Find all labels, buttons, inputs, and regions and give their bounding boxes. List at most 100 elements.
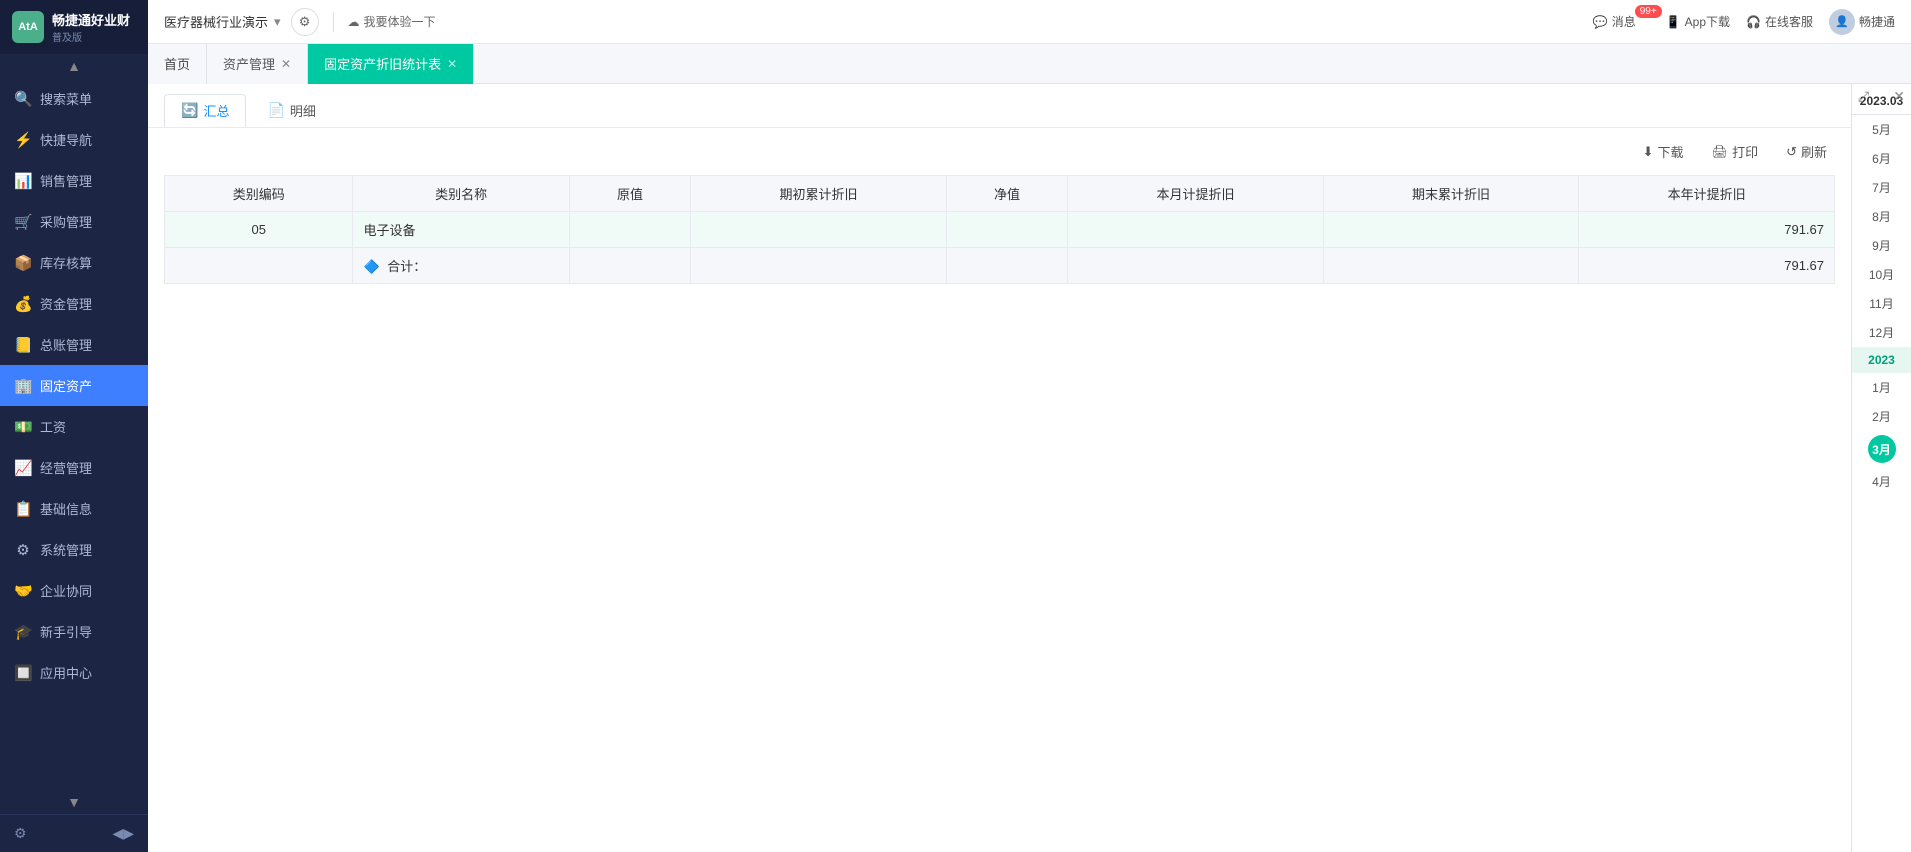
sidebar-item-payroll[interactable]: 💵 工资 <box>0 406 148 447</box>
company-selector[interactable]: 医疗器械行业演示 ▾ <box>164 12 281 31</box>
sidebar-item-fixed-assets[interactable]: 🏢 固定资产 <box>0 365 148 406</box>
col-name: 类别名称 <box>353 176 569 212</box>
download-button[interactable]: ⬇ 下载 <box>1635 138 1692 165</box>
app-download-label: App下载 <box>1685 13 1730 30</box>
month-item-10[interactable]: 10月 <box>1852 260 1911 289</box>
collapse-icon[interactable]: ◀▶ <box>112 825 134 842</box>
right-panel-close-button[interactable]: ✕ <box>1893 88 1905 105</box>
sidebar-item-label: 固定资产 <box>40 376 92 395</box>
col-code: 类别编码 <box>165 176 353 212</box>
content-area: 🔄 汇总 📄 明细 ⬇ 下载 🖨 打印 ↺ <box>148 84 1911 852</box>
tab-asset-mgmt[interactable]: 资产管理 ✕ <box>207 44 308 84</box>
table-container: 类别编码 类别名称 原值 期初累计折旧 净值 本月计提折旧 期末累计折旧 本年计… <box>148 175 1851 852</box>
user-button[interactable]: 👤 畅捷通 <box>1829 9 1895 35</box>
cloud-icon: ☁ <box>348 15 360 29</box>
enterprise-icon: 🤝 <box>14 582 32 600</box>
refresh-button[interactable]: ↺ 刷新 <box>1778 138 1835 165</box>
tab-home[interactable]: 首页 <box>148 44 207 84</box>
sidebar-item-operations[interactable]: 📈 经营管理 <box>0 447 148 488</box>
print-icon: 🖨 <box>1712 144 1729 160</box>
print-button[interactable]: 🖨 打印 <box>1704 138 1767 165</box>
app-download-button[interactable]: 📱 App下载 <box>1666 13 1730 30</box>
username-label: 畅捷通 <box>1859 13 1895 30</box>
sidebar-item-ledger[interactable]: 📒 总账管理 <box>0 324 148 365</box>
app-center-icon: 🔲 <box>14 664 32 682</box>
sidebar-item-inventory[interactable]: 📦 库存核算 <box>0 242 148 283</box>
sub-tab-summary[interactable]: 🔄 汇总 <box>164 94 246 127</box>
sidebar-item-enterprise[interactable]: 🤝 企业协同 <box>0 570 148 611</box>
month-item-2023-3[interactable]: 3月 <box>1868 435 1896 463</box>
sales-icon: 📊 <box>14 172 32 190</box>
sidebar-item-quick-nav[interactable]: ⚡ 快捷导航 <box>0 119 148 160</box>
sidebar-footer: ⚙ ◀▶ <box>0 814 148 852</box>
sidebar-item-label: 库存核算 <box>40 253 92 272</box>
detail-icon: 📄 <box>267 102 284 119</box>
month-item-8[interactable]: 8月 <box>1852 202 1911 231</box>
month-item-11[interactable]: 11月 <box>1852 289 1911 318</box>
month-item-9[interactable]: 9月 <box>1852 231 1911 260</box>
user-icon: 👤 <box>1835 15 1849 28</box>
cell-net-value <box>946 212 1067 248</box>
summary-icon: 🔄 <box>181 102 198 119</box>
col-net-value: 净值 <box>946 176 1067 212</box>
sidebar-item-sales[interactable]: 📊 销售管理 <box>0 160 148 201</box>
sidebar-scroll-up[interactable]: ▲ <box>0 54 148 78</box>
col-original-value: 原值 <box>569 176 690 212</box>
sidebar: AtA 畅捷通好业财 普及版 ▲ 🔍 搜索菜单 ⚡ 快捷导航 📊 销售管理 🛒 … <box>0 0 148 852</box>
close-tab-asset-mgmt[interactable]: ✕ <box>281 57 291 71</box>
cell-total-ending <box>1323 248 1579 284</box>
download-icon: ⬇ <box>1643 144 1654 160</box>
sidebar-nav: ⚡ 快捷导航 📊 销售管理 🛒 采购管理 📦 库存核算 💰 资金管理 📒 总账管… <box>0 119 148 790</box>
sidebar-item-basic-info[interactable]: 📋 基础信息 <box>0 488 148 529</box>
mobile-icon: 📱 <box>1666 15 1681 29</box>
close-tab-depreciation[interactable]: ✕ <box>447 57 457 71</box>
topbar-divider <box>333 12 334 32</box>
settings-footer-icon[interactable]: ⚙ <box>14 825 27 842</box>
month-item-6[interactable]: 6月 <box>1852 144 1911 173</box>
cell-annual-dep: 791.67 <box>1579 212 1835 248</box>
system-icon: ⚙ <box>14 541 32 559</box>
sidebar-header: AtA 畅捷通好业财 普及版 <box>0 0 148 54</box>
year-label-2023: 2023 <box>1852 347 1911 373</box>
month-item-2023-4[interactable]: 4月 <box>1852 467 1911 496</box>
month-item-2023-1[interactable]: 1月 <box>1852 373 1911 402</box>
messages-button[interactable]: 💬 消息 99+ <box>1593 13 1650 30</box>
sidebar-item-label: 企业协同 <box>40 581 92 600</box>
sidebar-item-label: 快捷导航 <box>40 130 92 149</box>
sidebar-item-system[interactable]: ⚙ 系统管理 <box>0 529 148 570</box>
sub-tab-detail[interactable]: 📄 明细 <box>250 94 332 127</box>
sidebar-item-app-center[interactable]: 🔲 应用中心 <box>0 652 148 693</box>
online-service-button[interactable]: 🎧 在线客服 <box>1746 13 1813 30</box>
right-panel-expand-button[interactable]: ⤢ <box>1858 88 1869 105</box>
purchase-icon: 🛒 <box>14 213 32 231</box>
search-menu[interactable]: 🔍 搜索菜单 <box>0 78 148 119</box>
sidebar-item-fund[interactable]: 💰 资金管理 <box>0 283 148 324</box>
guide-icon: 🎓 <box>14 623 32 641</box>
inventory-icon: 📦 <box>14 254 32 272</box>
cell-total-empty <box>165 248 353 284</box>
month-item-12[interactable]: 12月 <box>1852 318 1911 347</box>
cell-total-original <box>569 248 690 284</box>
company-name: 医疗器械行业演示 <box>164 12 268 31</box>
sidebar-item-label: 采购管理 <box>40 212 92 231</box>
cell-total-monthly <box>1068 248 1324 284</box>
month-item-5[interactable]: 5月 <box>1852 115 1911 144</box>
tabs-bar: 首页 资产管理 ✕ 固定资产折旧统计表 ✕ <box>148 44 1911 84</box>
sidebar-item-label: 新手引导 <box>40 622 92 641</box>
sidebar-item-label: 基础信息 <box>40 499 92 518</box>
sidebar-item-purchase[interactable]: 🛒 采购管理 <box>0 201 148 242</box>
sidebar-item-label: 总账管理 <box>40 335 92 354</box>
sidebar-scroll-down[interactable]: ▼ <box>0 790 148 814</box>
col-monthly-dep: 本月计提折旧 <box>1068 176 1324 212</box>
month-item-2023-2[interactable]: 2月 <box>1852 402 1911 431</box>
app-title: 畅捷通好业财 <box>52 13 130 28</box>
ledger-icon: 📒 <box>14 336 32 354</box>
month-item-7[interactable]: 7月 <box>1852 173 1911 202</box>
search-icon: 🔍 <box>14 90 32 108</box>
table-row: 05 电子设备 791.67 <box>165 212 1835 248</box>
sidebar-item-guide[interactable]: 🎓 新手引导 <box>0 611 148 652</box>
tab-depreciation-report[interactable]: 固定资产折旧统计表 ✕ <box>308 44 474 84</box>
experience-button[interactable]: ☁ 我要体验一下 <box>348 13 436 30</box>
topbar-settings-button[interactable]: ⚙ <box>291 8 319 36</box>
refresh-icon: ↺ <box>1786 144 1797 160</box>
